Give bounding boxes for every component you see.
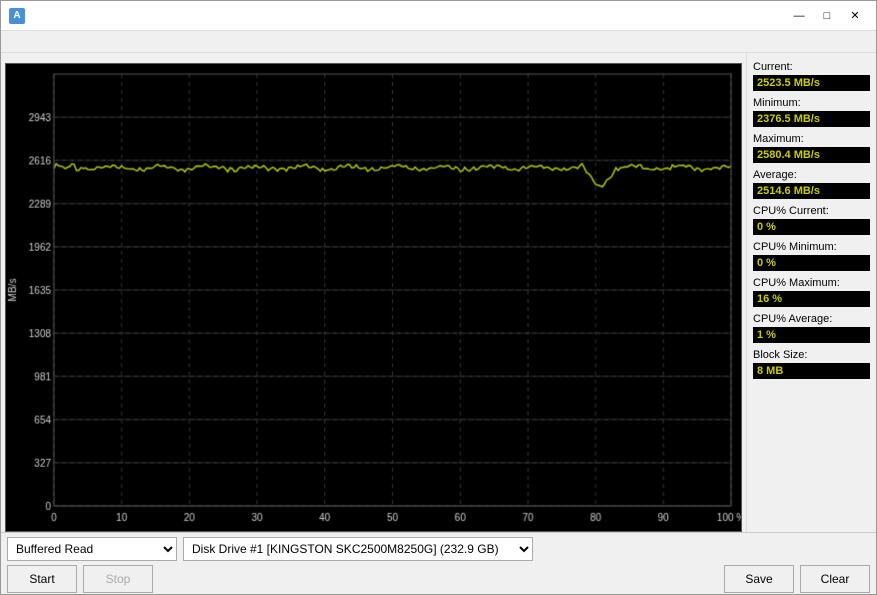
stat-block-cpu_minimum: CPU% Minimum: 0 % (753, 241, 870, 271)
stat-label-current: Current: (753, 61, 870, 73)
stat-value-minimum: 2376.5 MB/s (753, 111, 870, 127)
stat-value-average: 2514.6 MB/s (753, 183, 870, 199)
stat-label-average: Average: (753, 169, 870, 181)
stop-button[interactable]: Stop (83, 565, 153, 593)
stat-block-current: Current: 2523.5 MB/s (753, 61, 870, 91)
stat-value-cpu_current: 0 % (753, 219, 870, 235)
drive-select[interactable]: Disk Drive #1 [KINGSTON SKC2500M8250G] (… (183, 537, 533, 561)
bottom-row2: Start Stop Save Clear (7, 565, 870, 593)
clear-button[interactable]: Clear (800, 565, 870, 593)
stat-block-maximum: Maximum: 2580.4 MB/s (753, 133, 870, 163)
stat-label-cpu_minimum: CPU% Minimum: (753, 241, 870, 253)
stat-label-block_size: Block Size: (753, 349, 870, 361)
stat-label-minimum: Minimum: (753, 97, 870, 109)
main-window: A — □ ✕ Current: 2523.5 MB/s Minimum: 2376.… (0, 0, 877, 595)
start-button[interactable]: Start (7, 565, 77, 593)
stat-label-cpu_average: CPU% Average: (753, 313, 870, 325)
stat-label-cpu_current: CPU% Current: (753, 205, 870, 217)
menu-options[interactable] (21, 40, 37, 44)
menu-file[interactable] (5, 40, 21, 44)
close-button[interactable]: ✕ (842, 6, 868, 26)
stat-value-cpu_maximum: 16 % (753, 291, 870, 307)
title-controls: — □ ✕ (786, 6, 868, 26)
chart-area (1, 53, 746, 532)
title-bar-left: A (9, 8, 31, 24)
chart-container (5, 63, 742, 532)
stat-label-maximum: Maximum: (753, 133, 870, 145)
bottom-bar: Buffered ReadSequential ReadSequential W… (1, 532, 876, 594)
stat-block-minimum: Minimum: 2376.5 MB/s (753, 97, 870, 127)
stat-value-block_size: 8 MB (753, 363, 870, 379)
stat-block-block_size: Block Size: 8 MB (753, 349, 870, 379)
stat-block-cpu_maximum: CPU% Maximum: 16 % (753, 277, 870, 307)
save-button[interactable]: Save (724, 565, 794, 593)
stat-block-cpu_current: CPU% Current: 0 % (753, 205, 870, 235)
stat-value-maximum: 2580.4 MB/s (753, 147, 870, 163)
chart-canvas (6, 64, 741, 531)
stat-block-average: Average: 2514.6 MB/s (753, 169, 870, 199)
menu-bar (1, 31, 876, 53)
main-content: Current: 2523.5 MB/s Minimum: 2376.5 MB/s Ma… (1, 53, 876, 532)
app-icon: A (9, 8, 25, 24)
stat-value-current: 2523.5 MB/s (753, 75, 870, 91)
maximize-button[interactable]: □ (814, 6, 840, 26)
stat-label-cpu_maximum: CPU% Maximum: (753, 277, 870, 289)
bottom-row1: Buffered ReadSequential ReadSequential W… (7, 537, 870, 561)
test-select[interactable]: Buffered ReadSequential ReadSequential W… (7, 537, 177, 561)
sidebar: Current: 2523.5 MB/s Minimum: 2376.5 MB/s Ma… (746, 53, 876, 532)
stat-value-cpu_average: 1 % (753, 327, 870, 343)
stat-value-cpu_minimum: 0 % (753, 255, 870, 271)
title-bar: A — □ ✕ (1, 1, 876, 31)
minimize-button[interactable]: — (786, 6, 812, 26)
stat-block-cpu_average: CPU% Average: 1 % (753, 313, 870, 343)
